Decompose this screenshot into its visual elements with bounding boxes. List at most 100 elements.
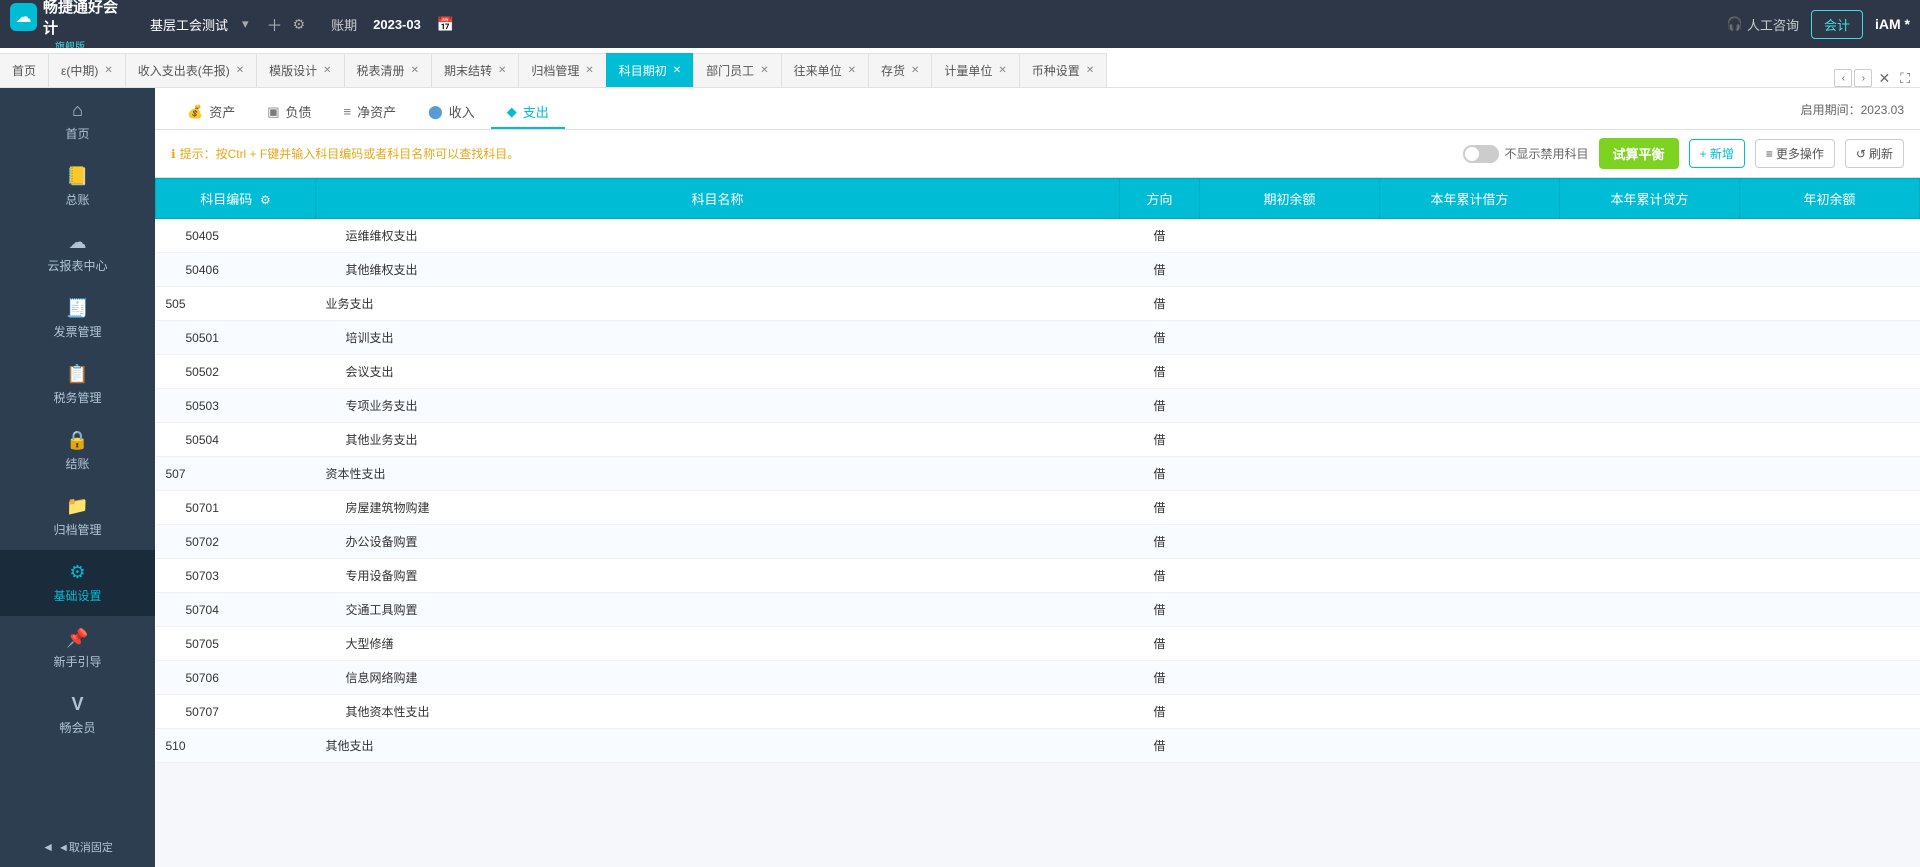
cell-ytd-cr[interactable]: [1560, 219, 1740, 253]
tab-fullscreen[interactable]: ⛶: [1896, 70, 1914, 87]
cell-balance[interactable]: [1200, 729, 1380, 763]
cell-year-bal[interactable]: [1740, 491, 1920, 525]
balance-button[interactable]: 试算平衡: [1599, 138, 1679, 169]
cell-ytd-dr[interactable]: [1380, 321, 1560, 355]
cell-balance[interactable]: [1200, 457, 1380, 491]
sidebar-item-close[interactable]: 🔒 结账: [0, 418, 155, 484]
cell-balance[interactable]: [1200, 219, 1380, 253]
cell-year-bal[interactable]: [1740, 321, 1920, 355]
cell-ytd-dr[interactable]: [1380, 729, 1560, 763]
tab-contacts-close[interactable]: ✕: [848, 65, 856, 76]
cell-year-bal[interactable]: [1740, 457, 1920, 491]
sub-tab-liability[interactable]: ▣ 负债: [251, 96, 327, 129]
cell-ytd-dr[interactable]: [1380, 253, 1560, 287]
sidebar-cancel-pin[interactable]: ◄ ◄取消固定: [0, 827, 155, 867]
table-row[interactable]: 50704交通工具购置借: [156, 593, 1920, 627]
tab-currency-close[interactable]: ✕: [1086, 65, 1094, 76]
cell-ytd-cr[interactable]: [1560, 321, 1740, 355]
sidebar-item-archive[interactable]: 📁 归档管理: [0, 484, 155, 550]
tab-template[interactable]: 模版设计 ✕: [256, 53, 344, 87]
tab-period-close-close[interactable]: ✕: [498, 65, 506, 76]
cell-year-bal[interactable]: [1740, 661, 1920, 695]
sidebar-item-settings[interactable]: ⚙ 基础设置: [0, 550, 155, 616]
cell-ytd-dr[interactable]: [1380, 695, 1560, 729]
cell-ytd-dr[interactable]: [1380, 661, 1560, 695]
col-code-settings-icon[interactable]: ⚙: [260, 193, 271, 207]
tab-template-close[interactable]: ✕: [323, 65, 331, 76]
cell-ytd-dr[interactable]: [1380, 627, 1560, 661]
cell-year-bal[interactable]: [1740, 287, 1920, 321]
cell-year-bal[interactable]: [1740, 627, 1920, 661]
tab-dept[interactable]: 部门员工 ✕: [693, 53, 781, 87]
table-row[interactable]: 50706信息网络购建借: [156, 661, 1920, 695]
cell-ytd-cr[interactable]: [1560, 287, 1740, 321]
tab-tax[interactable]: 税表清册 ✕: [344, 53, 432, 87]
cell-ytd-dr[interactable]: [1380, 355, 1560, 389]
cell-ytd-dr[interactable]: [1380, 525, 1560, 559]
tab-period-close[interactable]: 期末结转 ✕: [431, 53, 519, 87]
calendar-icon[interactable]: 📅: [437, 16, 454, 33]
cell-ytd-cr[interactable]: [1560, 423, 1740, 457]
cell-ytd-cr[interactable]: [1560, 355, 1740, 389]
table-row[interactable]: 50405运维维权支出借: [156, 219, 1920, 253]
add-tab-button[interactable]: ＋: [267, 12, 283, 36]
tab-unit[interactable]: 计量单位 ✕: [931, 53, 1019, 87]
more-actions-button[interactable]: ≡ 更多操作: [1755, 139, 1835, 168]
tab-inventory[interactable]: 存货 ✕: [868, 53, 932, 87]
tab-scroll-right[interactable]: ›: [1854, 69, 1872, 87]
cell-year-bal[interactable]: [1740, 253, 1920, 287]
sidebar-item-tax[interactable]: 📋 税务管理: [0, 352, 155, 418]
cell-ytd-dr[interactable]: [1380, 457, 1560, 491]
cell-balance[interactable]: [1200, 355, 1380, 389]
refresh-button[interactable]: ↺ 刷新: [1845, 139, 1904, 168]
table-row[interactable]: 50502会议支出借: [156, 355, 1920, 389]
cell-balance[interactable]: [1200, 661, 1380, 695]
cell-ytd-cr[interactable]: [1560, 729, 1740, 763]
tab-income-report[interactable]: 收入支出表(年报) ✕: [125, 53, 257, 87]
cell-year-bal[interactable]: [1740, 219, 1920, 253]
cell-ytd-dr[interactable]: [1380, 219, 1560, 253]
cell-balance[interactable]: [1200, 491, 1380, 525]
cell-year-bal[interactable]: [1740, 729, 1920, 763]
cell-balance[interactable]: [1200, 423, 1380, 457]
tab-archive-close[interactable]: ✕: [585, 65, 593, 76]
sub-tab-expense[interactable]: ◆ 支出: [491, 96, 565, 129]
tab-archive[interactable]: 归档管理 ✕: [518, 53, 606, 87]
cell-balance[interactable]: [1200, 593, 1380, 627]
tab-income-report-close[interactable]: ✕: [236, 65, 244, 76]
table-row[interactable]: 50701房屋建筑物购建借: [156, 491, 1920, 525]
table-row[interactable]: 50406其他维权支出借: [156, 253, 1920, 287]
cell-year-bal[interactable]: [1740, 423, 1920, 457]
sidebar-item-cloud[interactable]: ☁ 云报表中心: [0, 220, 155, 286]
cell-ytd-dr[interactable]: [1380, 389, 1560, 423]
tab-mid[interactable]: ε(中期) ✕: [48, 53, 126, 87]
cell-ytd-dr[interactable]: [1380, 593, 1560, 627]
cell-year-bal[interactable]: [1740, 355, 1920, 389]
table-row[interactable]: 505业务支出借: [156, 287, 1920, 321]
tab-subject-init-close[interactable]: ✕: [673, 65, 681, 76]
sidebar-item-invoice[interactable]: 🧾 发票管理: [0, 286, 155, 352]
table-row[interactable]: 507资本性支出借: [156, 457, 1920, 491]
cell-balance[interactable]: [1200, 695, 1380, 729]
cell-ytd-cr[interactable]: [1560, 559, 1740, 593]
tab-unit-close[interactable]: ✕: [998, 65, 1006, 76]
table-row[interactable]: 50707其他资本性支出借: [156, 695, 1920, 729]
company-dropdown-icon[interactable]: ▾: [242, 16, 249, 32]
cell-ytd-dr[interactable]: [1380, 491, 1560, 525]
cell-ytd-cr[interactable]: [1560, 627, 1740, 661]
tab-tax-close[interactable]: ✕: [411, 65, 419, 76]
company-name[interactable]: 基层工会测试: [150, 15, 228, 34]
sidebar-item-member[interactable]: V 畅会员: [0, 682, 155, 748]
cell-ytd-cr[interactable]: [1560, 593, 1740, 627]
table-row[interactable]: 50702办公设备购置借: [156, 525, 1920, 559]
table-row[interactable]: 50503专项业务支出借: [156, 389, 1920, 423]
sub-tab-income[interactable]: ⬤ 收入: [412, 96, 491, 129]
cell-ytd-dr[interactable]: [1380, 287, 1560, 321]
cell-balance[interactable]: [1200, 253, 1380, 287]
cell-balance[interactable]: [1200, 627, 1380, 661]
cell-year-bal[interactable]: [1740, 593, 1920, 627]
tab-scroll-left[interactable]: ‹: [1834, 69, 1852, 87]
sub-tab-net-asset[interactable]: ≡ 净资产: [328, 96, 413, 129]
disabled-subject-toggle[interactable]: [1463, 145, 1499, 163]
account-button[interactable]: 会计: [1811, 10, 1863, 39]
